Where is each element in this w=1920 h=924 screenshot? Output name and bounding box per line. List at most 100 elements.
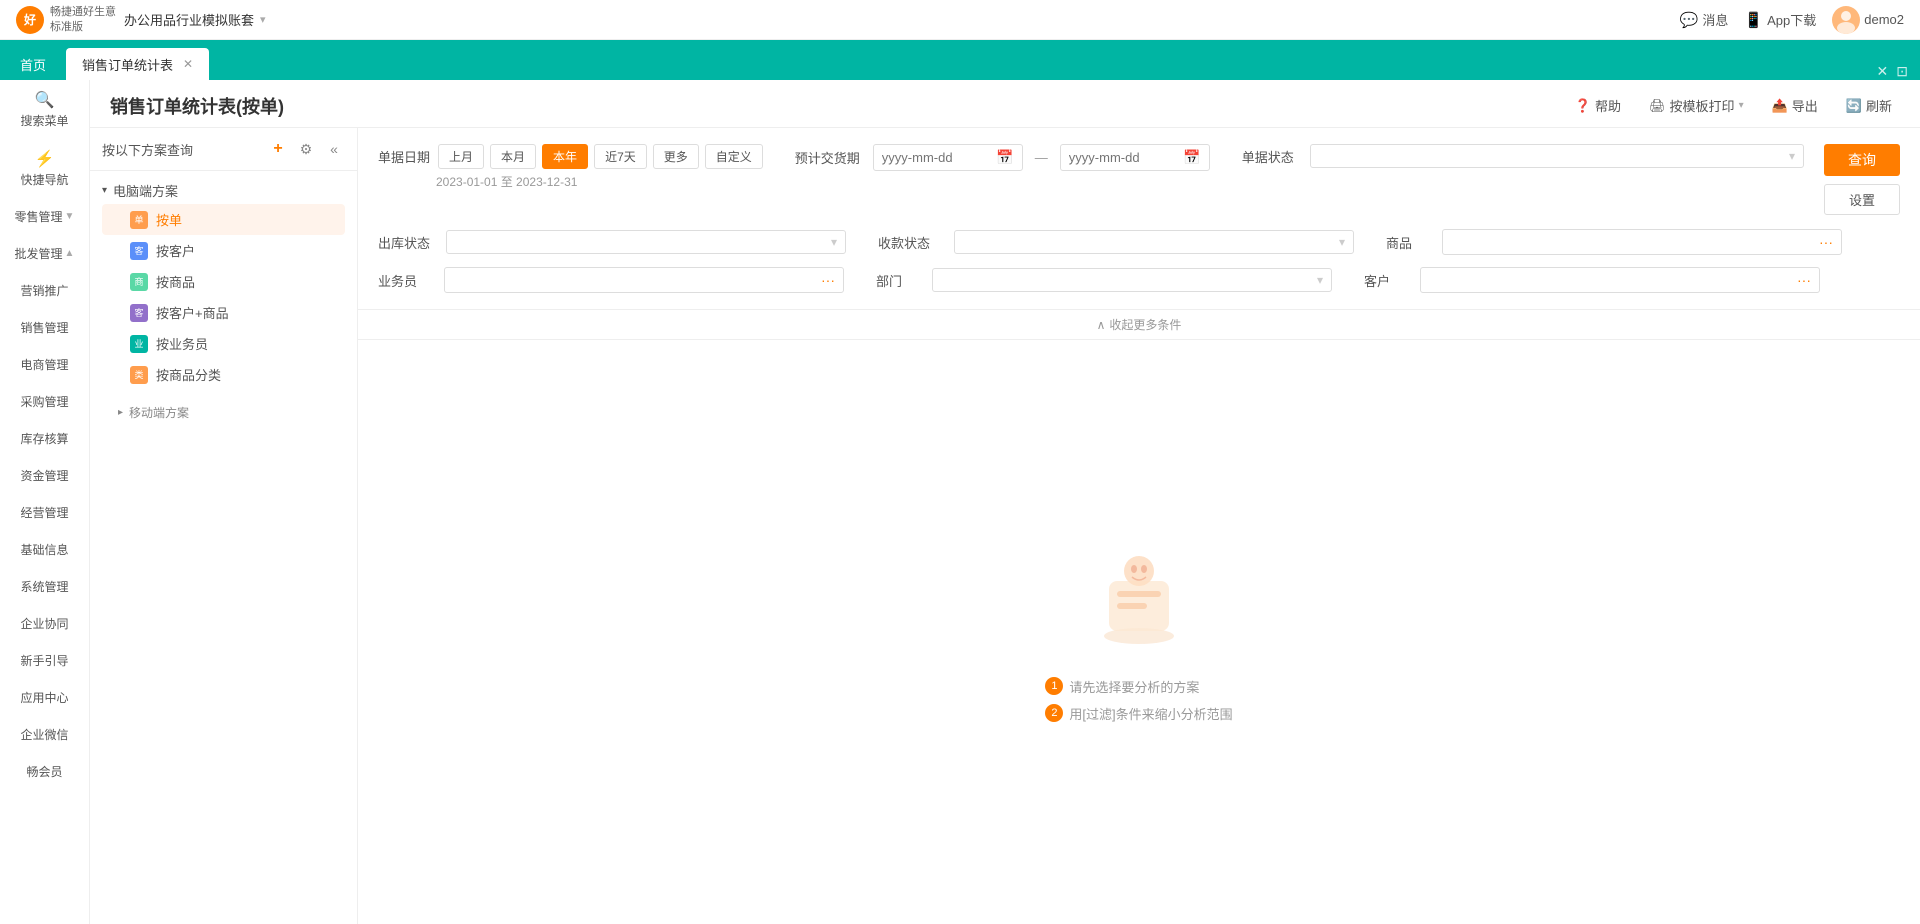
left-panel-header: 按以下方案查询 + ⚙ « [90, 128, 357, 171]
top-bar: 好 畅捷通好生意 标准版 办公用品行业模拟账套 ▾ 💬 消息 📱 App下载 d… [0, 0, 1920, 40]
ship-status-arrow-icon: ▾ [831, 235, 837, 249]
sidebar-item-system-mgmt[interactable]: 系统管理 [0, 568, 89, 605]
tab-bar-actions: ✕ ⊡ [1865, 63, 1920, 80]
scheme-item-by-salesperson[interactable]: 业 按业务员 [102, 328, 345, 359]
date-range-text: 2023-01-01 至 2023-12-31 [436, 175, 577, 189]
tab-home-label: 首页 [20, 55, 46, 74]
sidebar-item-new-guide[interactable]: 新手引导 [0, 642, 89, 679]
sidebar-item-basic-info[interactable]: 基础信息 [0, 531, 89, 568]
refresh-button[interactable]: 🔄 刷新 [1838, 92, 1900, 119]
sidebar-item-marketing-promo[interactable]: 营销推广 [0, 272, 89, 309]
empty-hints: 1 请先选择要分析的方案 2 用[过滤]条件来缩小分析范围 [1045, 677, 1232, 723]
tab-close-icon[interactable]: ✕ [183, 57, 193, 71]
app-download-icon: 📱 [1744, 11, 1763, 29]
expected-delivery-start-field[interactable] [882, 150, 997, 165]
logo-icon: 好 [16, 6, 44, 34]
add-scheme-button[interactable]: + [267, 138, 289, 160]
salesperson-label: 业务员 [378, 271, 428, 290]
sidebar-item-app-center[interactable]: 应用中心 [0, 679, 89, 716]
scheme-icon-by-order: 单 [130, 211, 148, 229]
expected-delivery-end-input[interactable]: 📅 [1060, 144, 1210, 171]
sidebar-item-retail-mgmt[interactable]: 零售管理 ▼ [0, 198, 89, 235]
empty-hint-2: 2 用[过滤]条件来缩小分析范围 [1045, 704, 1232, 723]
sidebar-item-purchase-mgmt[interactable]: 采购管理 [0, 383, 89, 420]
department-arrow-icon: ▾ [1317, 273, 1323, 287]
breadcrumb[interactable]: 办公用品行业模拟账套 ▾ [124, 10, 266, 29]
scheme-icon-by-cust-prod: 客 [130, 304, 148, 322]
print-arrow-icon: ▾ [1739, 100, 1744, 111]
export-icon: 📤 [1772, 98, 1788, 114]
tab-sales-order-label: 销售订单统计表 [82, 55, 173, 74]
filter-row-2: 出库状态 ▾ 收款状态 ▾ 商品 ··· [378, 229, 1900, 255]
goods-dots-icon[interactable]: ··· [1819, 234, 1833, 250]
sidebar-item-ecom-mgmt[interactable]: 电商管理 [0, 346, 89, 383]
salesperson-dots-icon[interactable]: ··· [821, 272, 835, 288]
sidebar-item-ops-mgmt[interactable]: 经营管理 [0, 494, 89, 531]
app-download-button[interactable]: 📱 App下载 [1744, 10, 1816, 29]
main-layout: 🔍 搜索菜单 ⚡ 快捷导航 零售管理 ▼ 批发管理 ▲ 营销推广 销售管理 电商… [0, 80, 1920, 924]
message-button[interactable]: 💬 消息 [1680, 10, 1729, 29]
sidebar-item-wholesale-mgmt[interactable]: 批发管理 ▲ [0, 235, 89, 272]
filter-area: 单据日期 上月 本月 本年 近7天 更多 自定义 [358, 128, 1920, 924]
pc-group-label: 电脑端方案 [113, 181, 178, 200]
user-avatar-area[interactable]: demo2 [1832, 6, 1904, 34]
date-btn-this-year[interactable]: 本年 [542, 144, 588, 169]
sidebar-item-inventory-calc[interactable]: 库存核算 [0, 420, 89, 457]
scheme-item-by-cust-prod[interactable]: 客 按客户+商品 [102, 297, 345, 328]
date-quick-btns: 上月 本月 本年 近7天 更多 自定义 [438, 144, 763, 169]
date-label: 单据日期 [378, 147, 430, 166]
mobile-scheme-group-header[interactable]: ▸ 移动端方案 [90, 400, 357, 425]
scheme-item-by-customer[interactable]: 客 按客户 [102, 235, 345, 266]
collapse-bar[interactable]: ∧ 收起更多条件 [358, 310, 1920, 340]
tab-sales-order-stats[interactable]: 销售订单统计表 ✕ [66, 48, 209, 80]
empty-state: 1 请先选择要分析的方案 2 用[过滤]条件来缩小分析范围 [358, 340, 1920, 924]
export-button[interactable]: 📤 导出 [1764, 92, 1826, 119]
sidebar-item-finance-mgmt[interactable]: 资金管理 [0, 457, 89, 494]
scheme-list: ▾ 电脑端方案 单 按单 客 按客户 商 按商品 [90, 171, 357, 924]
customer-dots-icon[interactable]: ··· [1797, 272, 1811, 288]
sidebar-item-enterprise-collab[interactable]: 企业协同 [0, 605, 89, 642]
payment-status-arrow-icon: ▾ [1339, 235, 1345, 249]
sidebar-item-search-menu[interactable]: 🔍 搜索菜单 [0, 80, 89, 139]
search-menu-icon: 🔍 [35, 90, 55, 110]
department-select[interactable]: ▾ [932, 268, 1332, 292]
quick-nav-icon: ⚡ [35, 149, 55, 169]
settings-scheme-button[interactable]: ⚙ [295, 138, 317, 160]
expected-delivery-end-field[interactable] [1069, 150, 1184, 165]
tab-restore-icon[interactable]: ⊡ [1896, 63, 1908, 80]
date-btn-custom[interactable]: 自定义 [705, 144, 763, 169]
doc-status-select[interactable]: ▾ [1310, 144, 1804, 168]
top-bar-right: 💬 消息 📱 App下载 demo2 [1680, 6, 1904, 34]
collapse-panel-button[interactable]: « [323, 138, 345, 160]
date-btn-last-7-days[interactable]: 近7天 [594, 144, 647, 169]
help-icon: ❓ [1575, 98, 1591, 114]
breadcrumb-text: 办公用品行业模拟账套 [124, 10, 254, 29]
setting-button[interactable]: 设置 [1824, 184, 1900, 215]
doc-status-label: 单据状态 [1242, 147, 1302, 166]
filter-section: 单据日期 上月 本月 本年 近7天 更多 自定义 [358, 128, 1920, 310]
payment-status-select[interactable]: ▾ [954, 230, 1354, 254]
filter-row-3: 业务员 ··· 部门 ▾ 客户 ··· [378, 267, 1900, 293]
sidebar-item-sales-mgmt[interactable]: 销售管理 [0, 309, 89, 346]
date-btn-this-month[interactable]: 本月 [490, 144, 536, 169]
mobile-group-expand-icon: ▸ [118, 407, 123, 418]
template-print-button[interactable]: 🖨 按模板打印 ▾ [1641, 92, 1752, 119]
date-btn-last-month[interactable]: 上月 [438, 144, 484, 169]
tab-home[interactable]: 首页 [4, 48, 62, 80]
sidebar-item-member[interactable]: 畅会员 [0, 753, 89, 790]
scheme-item-by-order[interactable]: 单 按单 [102, 204, 345, 235]
query-button[interactable]: 查询 [1824, 144, 1900, 176]
sidebar-item-enterprise-wechat[interactable]: 企业微信 [0, 716, 89, 753]
help-button[interactable]: ❓ 帮助 [1567, 92, 1629, 119]
expected-delivery-start-input[interactable]: 📅 [873, 144, 1023, 171]
date-btn-more[interactable]: 更多 [653, 144, 699, 169]
ship-status-select[interactable]: ▾ [446, 230, 846, 254]
tab-minimize-icon[interactable]: ✕ [1877, 63, 1889, 80]
sidebar-item-quick-nav[interactable]: ⚡ 快捷导航 [0, 139, 89, 198]
logo-text: 畅捷通好生意 标准版 [50, 5, 116, 34]
payment-status-label: 收款状态 [878, 233, 938, 252]
scheme-item-by-product-cat[interactable]: 类 按商品分类 [102, 359, 345, 390]
scheme-item-by-product[interactable]: 商 按商品 [102, 266, 345, 297]
pc-scheme-group-header[interactable]: ▾ 电脑端方案 [102, 177, 345, 204]
wholesale-arrow-icon: ▲ [65, 248, 75, 259]
